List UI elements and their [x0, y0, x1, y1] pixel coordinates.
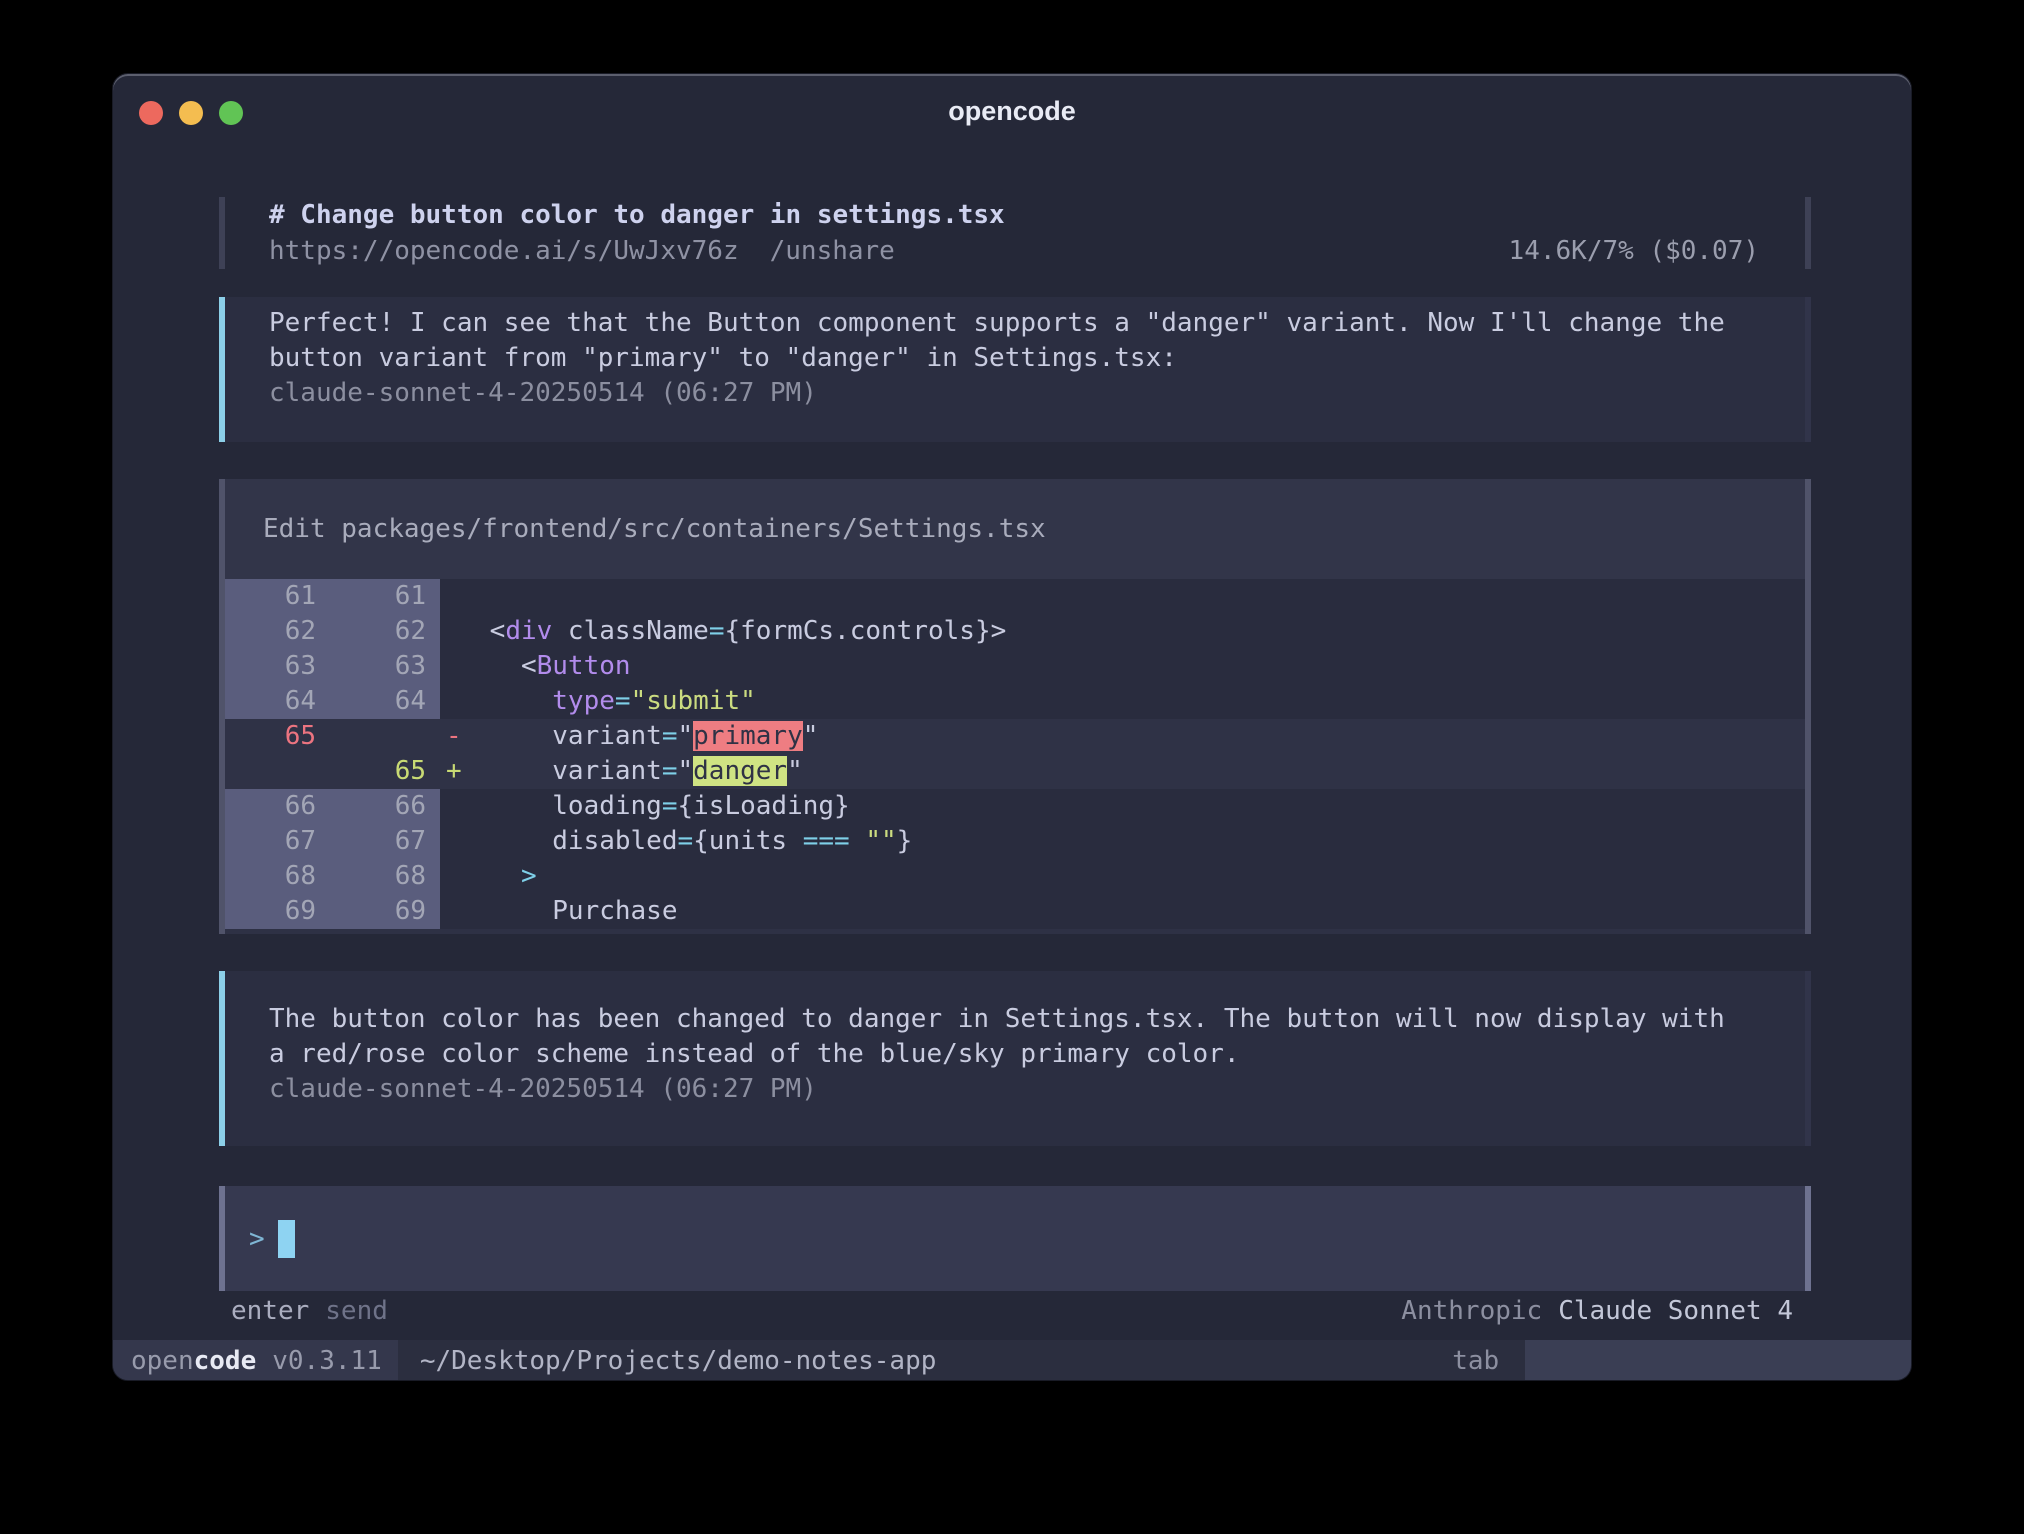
diff-sign: [440, 859, 474, 894]
diff-row: 6969 Purchase: [225, 894, 1805, 929]
assistant-message: Perfect! I can see that the Button compo…: [219, 297, 1811, 442]
diff-view: 61616262 <div className={formCs.controls…: [225, 579, 1805, 929]
message-text: The button color has been changed to dan…: [269, 1002, 1785, 1037]
diff-sign: [440, 684, 474, 719]
app-version-chip: opencode v0.3.11: [113, 1340, 398, 1381]
line-number-old: 65: [225, 719, 330, 754]
diff-sign: [440, 579, 474, 614]
line-number-new: 63: [330, 649, 440, 684]
hints-row: enter send Anthropic Claude Sonnet 4: [219, 1294, 1811, 1329]
diff-sign: [440, 649, 474, 684]
line-number-old: 68: [225, 859, 330, 894]
enter-key-hint: enter: [231, 1294, 309, 1329]
code-line: variant="danger": [474, 754, 1805, 789]
prompt-caret: >: [249, 1224, 265, 1254]
message-text: button variant from "primary" to "danger…: [269, 341, 1785, 376]
message-right-rule: [1805, 297, 1811, 442]
diff-sign: [440, 614, 474, 649]
line-number-old: 63: [225, 649, 330, 684]
line-number-new: 69: [330, 894, 440, 929]
line-number-new: 61: [330, 579, 440, 614]
edit-tool-panel: Edit packages/frontend/src/containers/Se…: [219, 479, 1811, 934]
unshare-command[interactable]: /unshare: [770, 233, 895, 269]
line-number-old: 61: [225, 579, 330, 614]
send-hint-label: send: [325, 1294, 388, 1329]
model-label: Claude Sonnet 4: [1558, 1294, 1793, 1329]
message-model-meta: claude-sonnet-4-20250514 (06:27 PM): [269, 376, 1785, 411]
line-number-new: 66: [330, 789, 440, 824]
assistant-message: The button color has been changed to dan…: [219, 971, 1811, 1146]
code-line: [474, 579, 1805, 614]
working-directory: ~/Desktop/Projects/demo-notes-app: [420, 1340, 937, 1381]
message-model-meta: claude-sonnet-4-20250514 (06:27 PM): [269, 1072, 1785, 1107]
diff-sign: [440, 894, 474, 929]
code-line: type="submit": [474, 684, 1805, 719]
message-text: Perfect! I can see that the Button compo…: [269, 306, 1785, 341]
line-number-new: 64: [330, 684, 440, 719]
diff-row: 6363 <Button: [225, 649, 1805, 684]
diff-row: 6464 type="submit": [225, 684, 1805, 719]
session-header: # Change button color to danger in setti…: [219, 197, 1811, 269]
edit-tool-title: Edit packages/frontend/src/containers/Se…: [225, 479, 1805, 579]
token-usage: 14.6K/7% ($0.07): [1509, 233, 1759, 269]
code-line: loading={isLoading}: [474, 789, 1805, 824]
line-number-new: 67: [330, 824, 440, 859]
line-number-old: 67: [225, 824, 330, 859]
header-right-rule: [1805, 197, 1811, 269]
code-line: disabled={units === ""}: [474, 824, 1805, 859]
code-line: variant="primary": [474, 719, 1805, 754]
line-number-old: 69: [225, 894, 330, 929]
diff-row: 65 - variant="primary": [225, 719, 1805, 754]
prompt-input[interactable]: >: [219, 1186, 1811, 1291]
window-title: opencode: [113, 74, 1911, 148]
app-name-code: code: [194, 1340, 257, 1381]
build-mode-chip: BUILD MODE: [1525, 1340, 1912, 1381]
tab-key-hint: tab: [1452, 1340, 1499, 1381]
provider-label: Anthropic: [1401, 1294, 1542, 1329]
status-bar: opencode v0.3.11 ~/Desktop/Projects/demo…: [113, 1340, 1912, 1381]
diff-row: 6767 disabled={units === ""}: [225, 824, 1805, 859]
line-number-new: [330, 719, 440, 754]
diff-sign: [440, 824, 474, 859]
app-version: v0.3.11: [272, 1340, 382, 1381]
code-line: <Button: [474, 649, 1805, 684]
diff-sign: -: [440, 719, 474, 754]
diff-row: 65+ variant="danger": [225, 754, 1805, 789]
code-line: Purchase: [474, 894, 1805, 929]
line-number-new: 65: [330, 754, 440, 789]
message-text: a red/rose color scheme instead of the b…: [269, 1037, 1785, 1072]
line-number-old: 66: [225, 789, 330, 824]
diff-row: 6868 >: [225, 859, 1805, 894]
diff-sign: +: [440, 754, 474, 789]
share-url[interactable]: https://opencode.ai/s/UwJxv76z: [269, 233, 739, 269]
panel-right-rule: [1805, 479, 1811, 934]
message-right-rule: [1805, 971, 1811, 1146]
titlebar: opencode: [113, 74, 1911, 144]
line-number-old: 62: [225, 614, 330, 649]
opencode-window: opencode # Change button color to danger…: [112, 73, 1912, 1381]
line-number-new: 68: [330, 859, 440, 894]
diff-row: 6161: [225, 579, 1805, 614]
code-line: >: [474, 859, 1805, 894]
diff-row: 6262 <div className={formCs.controls}>: [225, 614, 1805, 649]
diff-sign: [440, 789, 474, 824]
code-line: <div className={formCs.controls}>: [474, 614, 1805, 649]
line-number-old: [225, 754, 330, 789]
session-title: # Change button color to danger in setti…: [269, 197, 1759, 233]
input-right-rule: [1805, 1186, 1811, 1291]
line-number-new: 62: [330, 614, 440, 649]
diff-row: 6666 loading={isLoading}: [225, 789, 1805, 824]
app-name-open: open: [131, 1340, 194, 1381]
line-number-old: 64: [225, 684, 330, 719]
text-cursor: [278, 1220, 295, 1258]
